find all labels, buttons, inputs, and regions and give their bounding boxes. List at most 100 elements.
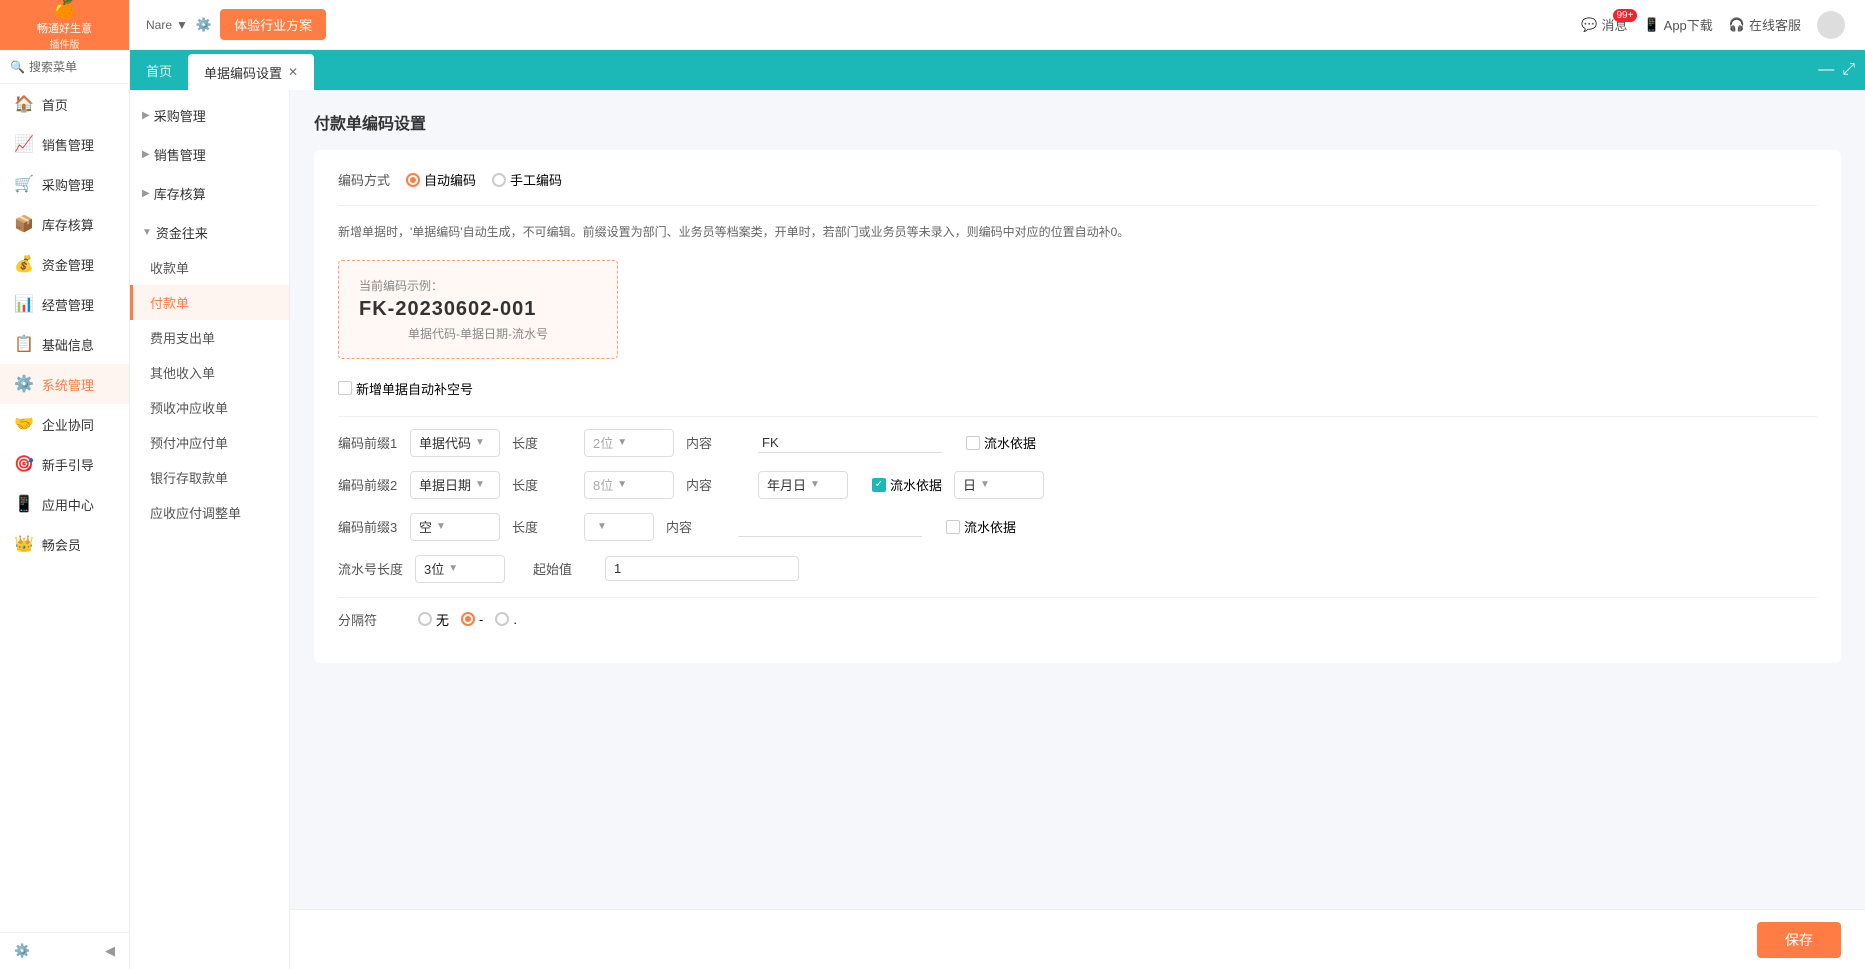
sidebar-item-basic[interactable]: 📋 基础信息: [0, 324, 129, 364]
basic-icon: 📋: [14, 334, 34, 354]
arrow-icon: ▶: [142, 149, 150, 160]
app-download-btn[interactable]: 📱 App下载: [1643, 15, 1712, 34]
sub-item-prepay-receipt[interactable]: 预收冲应收单: [130, 390, 289, 425]
sidebar-item-operations[interactable]: 📊 经营管理: [0, 284, 129, 324]
sidebar-item-label: 新手引导: [42, 455, 94, 474]
sidebar-item-label: 首页: [42, 95, 68, 114]
company-name: Nare: [146, 18, 172, 32]
company-selector[interactable]: Nare ▼: [146, 18, 188, 32]
collapse-icon[interactable]: ◀: [105, 943, 115, 959]
sidebar-item-home[interactable]: 🏠 首页: [0, 84, 129, 124]
prefix3-label: 编码前缀3: [338, 517, 398, 536]
sub-item-ar-adjustment[interactable]: 应收应付调整单: [130, 495, 289, 530]
auto-encode-radio[interactable]: 自动编码: [406, 170, 476, 189]
prefix2-content-value: 年月日: [767, 475, 806, 494]
sub-item-prepay-payment[interactable]: 预付冲应付单: [130, 425, 289, 460]
prefix3-stream-checkbox[interactable]: 流水依据: [946, 517, 1016, 536]
auto-fill-checkbox-box: [338, 381, 352, 395]
sub-item-other-income[interactable]: 其他收入单: [130, 355, 289, 390]
prefix1-length-select[interactable]: 2位 ▼: [584, 429, 674, 457]
prefix2-content-select[interactable]: 年月日 ▼: [758, 471, 848, 499]
operations-icon: 📊: [14, 294, 34, 314]
message-btn[interactable]: 💬 消息 99+: [1581, 15, 1627, 34]
app-logo: 🍊 畅通好生意 插件版: [0, 0, 129, 50]
sub-item-expense[interactable]: 费用支出单: [130, 320, 289, 355]
chevron-down-icon: ▼: [448, 563, 458, 574]
prefix1-content-input[interactable]: [758, 433, 942, 453]
prefix2-stream-checkbox[interactable]: ✓ 流水依据: [872, 475, 942, 494]
save-button[interactable]: 保存: [1757, 922, 1841, 958]
tab-serial-label: 单据编码设置: [204, 63, 282, 82]
sidebar-item-purchase[interactable]: 🛒 采购管理: [0, 164, 129, 204]
example-label: 当前编码示例：: [359, 277, 597, 294]
sep-dot-radio[interactable]: .: [495, 612, 517, 627]
stream-length-label: 流水号长度: [338, 559, 403, 578]
sub-item-receipt[interactable]: 收款单: [130, 250, 289, 285]
prefix1-stream-checkbox[interactable]: 流水依据: [966, 433, 1036, 452]
user-profile[interactable]: [1817, 11, 1849, 39]
prefix3-content-input[interactable]: [738, 517, 922, 537]
start-value-label: 起始值: [533, 559, 593, 578]
tab-home[interactable]: 首页: [130, 50, 188, 90]
prefix2-stream-period-select[interactable]: 日 ▼: [954, 471, 1044, 499]
sidebar-item-guide[interactable]: 🎯 新手引导: [0, 444, 129, 484]
header-left: Nare ▼ ⚙️ 体验行业方案: [146, 9, 326, 40]
prefix3-content-label: 内容: [666, 517, 726, 536]
chevron-down-icon: ▼: [475, 479, 485, 490]
prefix2-select-value: 单据日期: [419, 475, 471, 494]
sidebar-item-sales[interactable]: 📈 销售管理: [0, 124, 129, 164]
sep-dash-circle: [461, 612, 475, 626]
online-service-label: 在线客服: [1749, 15, 1801, 34]
prefix3-select[interactable]: 空 ▼: [410, 513, 500, 541]
sub-group-fund-title[interactable]: ▼ 资金往来: [130, 215, 289, 250]
tab-close-icon[interactable]: ✕: [288, 65, 298, 79]
sidebar-item-enterprise[interactable]: 🤝 企业协同: [0, 404, 129, 444]
sub-sidebar: ▶ 采购管理 ▶ 销售管理 ▶ 库存核算 ▼ 资金往来: [130, 90, 290, 969]
sidebar-item-member[interactable]: 👑 畅会员: [0, 524, 129, 564]
start-value-input[interactable]: [605, 556, 799, 581]
header-right: 💬 消息 99+ 📱 App下载 🎧 在线客服: [1581, 11, 1849, 39]
service-icon: 🎧: [1729, 17, 1745, 33]
prefix2-length-label: 长度: [512, 475, 572, 494]
sep-none-radio[interactable]: 无: [418, 610, 449, 629]
minimize-icon[interactable]: —: [1818, 61, 1834, 79]
prefix3-length-select[interactable]: ▼: [584, 513, 654, 541]
chevron-down-icon: ▼: [436, 521, 446, 532]
search-menu[interactable]: 🔍 搜索菜单: [0, 50, 129, 84]
sidebar-item-finance[interactable]: 💰 资金管理: [0, 244, 129, 284]
sub-group-label: 采购管理: [154, 106, 206, 125]
prefix1-select[interactable]: 单据代码 ▼: [410, 429, 500, 457]
prefix2-length-select[interactable]: 8位 ▼: [584, 471, 674, 499]
sub-group-purchase-title[interactable]: ▶ 采购管理: [130, 98, 289, 133]
settings-icon[interactable]: ⚙️: [14, 943, 30, 959]
sub-item-payment[interactable]: 付款单: [130, 285, 289, 320]
sidebar-item-system[interactable]: ⚙️ 系统管理: [0, 364, 129, 404]
experience-btn[interactable]: 体验行业方案: [220, 9, 326, 40]
auto-fill-checkbox[interactable]: 新增单据自动补空号: [338, 379, 473, 398]
online-service-btn[interactable]: 🎧 在线客服: [1729, 15, 1801, 34]
prefix2-row: 编码前缀2 单据日期 ▼ 长度 8位 ▼ 内容 年月日: [338, 471, 1817, 499]
tab-serial-settings[interactable]: 单据编码设置 ✕: [188, 54, 314, 90]
top-header: Nare ▼ ⚙️ 体验行业方案 💬 消息 99+ 📱 App下载 🎧 在线客服: [130, 0, 1865, 50]
stream-length-select[interactable]: 3位 ▼: [415, 555, 505, 583]
sub-group-fund: ▼ 资金往来 收款单 付款单 费用支出单 其他收入单 预收冲应收单 预付冲应付单…: [130, 215, 289, 530]
sub-group-sales-title[interactable]: ▶ 销售管理: [130, 137, 289, 172]
chevron-down-icon: ▼: [810, 479, 820, 490]
sub-group-inventory-title[interactable]: ▶ 库存核算: [130, 176, 289, 211]
app-download-label: App下载: [1664, 15, 1713, 34]
auto-encode-label: 自动编码: [424, 170, 476, 189]
maximize-icon[interactable]: ⤢: [1842, 61, 1855, 79]
prefix3-stream-label: 流水依据: [964, 517, 1016, 536]
gear-icon[interactable]: ⚙️: [196, 17, 212, 33]
manual-encode-radio[interactable]: 手工编码: [492, 170, 562, 189]
sidebar-item-app-center[interactable]: 📱 应用中心: [0, 484, 129, 524]
prefix1-row: 编码前缀1 单据代码 ▼ 长度 2位 ▼ 内容: [338, 429, 1817, 457]
tab-bar: 首页 单据编码设置 ✕ — ⤢: [130, 50, 1865, 90]
app-center-icon: 📱: [14, 494, 34, 514]
prefix2-select[interactable]: 单据日期 ▼: [410, 471, 500, 499]
sidebar-item-label: 企业协同: [42, 415, 94, 434]
sep-dash-radio[interactable]: -: [461, 612, 483, 627]
finance-icon: 💰: [14, 254, 34, 274]
sidebar-item-inventory[interactable]: 📦 库存核算: [0, 204, 129, 244]
sub-item-bank-deposit[interactable]: 银行存取款单: [130, 460, 289, 495]
